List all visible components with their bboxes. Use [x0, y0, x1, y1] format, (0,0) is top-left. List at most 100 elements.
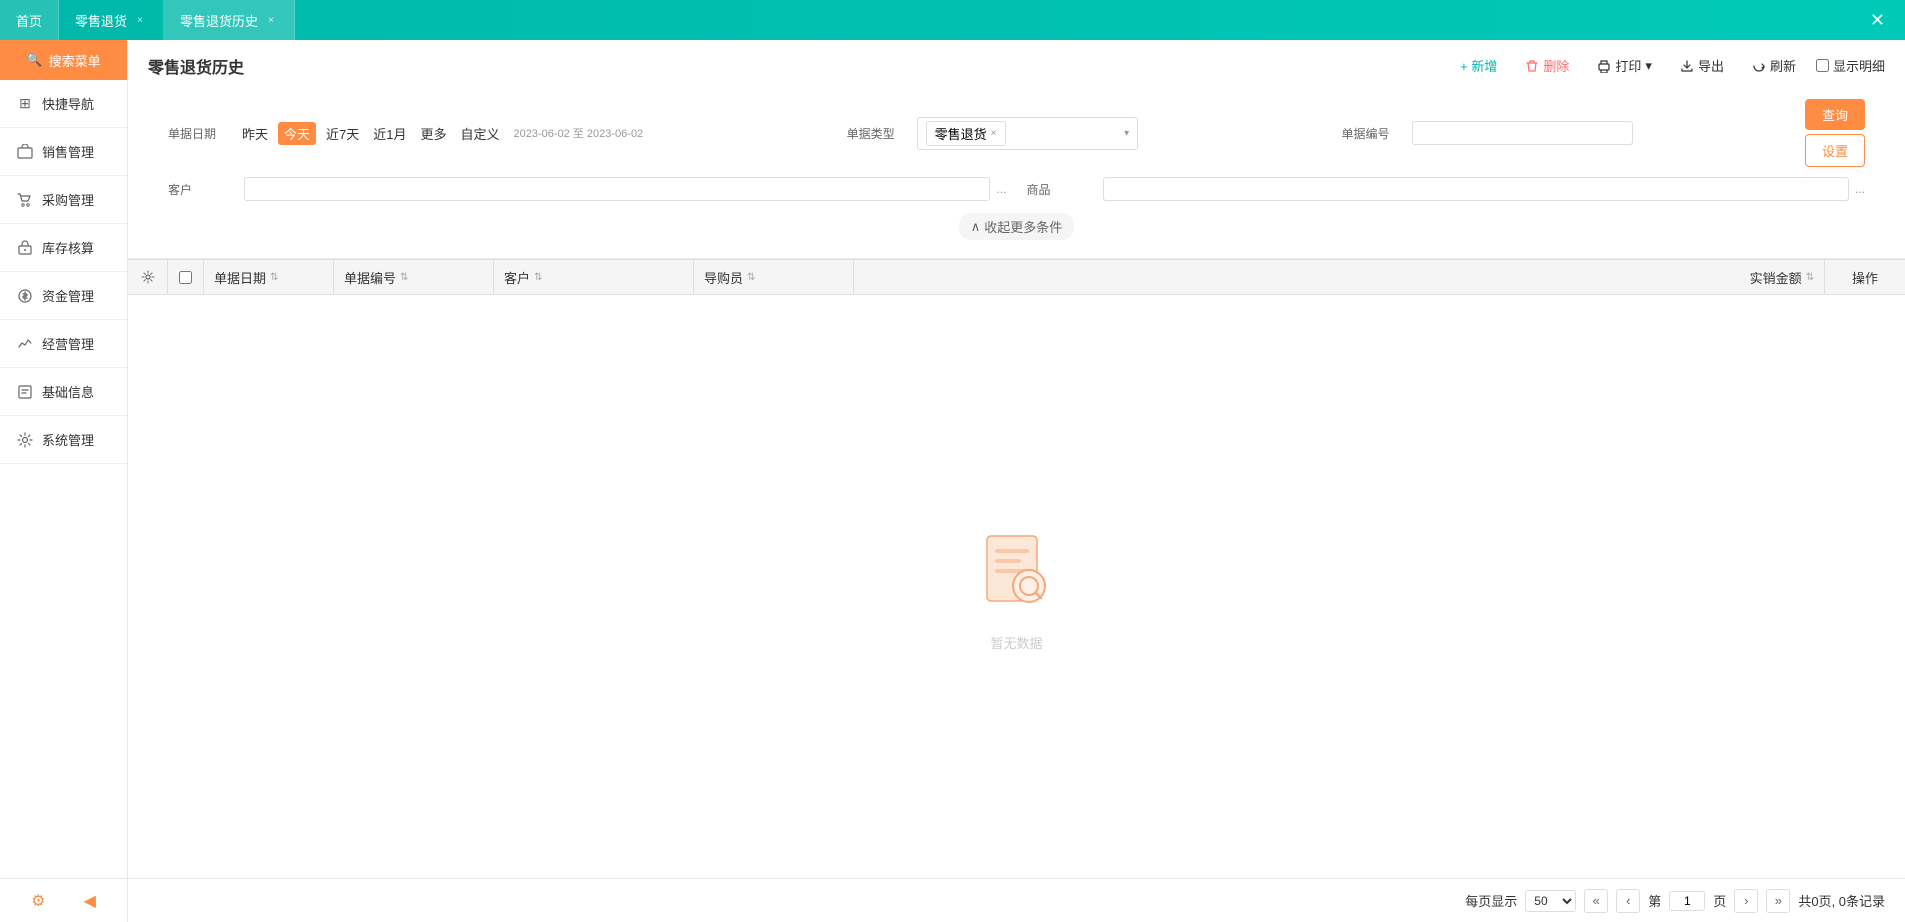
tab-retail-return[interactable]: 零售退货 × — [59, 0, 164, 40]
sidebar-item-operations[interactable]: 经营管理 — [0, 320, 127, 368]
empty-illustration — [967, 521, 1067, 621]
page-number-input[interactable] — [1669, 891, 1705, 911]
next-page-button[interactable]: › — [1734, 889, 1758, 913]
sidebar-item-basic-info-label: 基础信息 — [42, 382, 94, 401]
date-1month[interactable]: 近1月 — [369, 122, 410, 145]
date-more[interactable]: 更多 — [417, 122, 451, 145]
show-detail-checkbox[interactable] — [1816, 59, 1829, 72]
print-label: 打印 — [1615, 56, 1641, 75]
th-customer[interactable]: 客户 ⇅ — [494, 260, 694, 294]
add-button[interactable]: + 新增 — [1452, 52, 1505, 79]
th-date-label: 单据日期 — [214, 268, 266, 287]
delete-label: 删除 — [1543, 56, 1569, 75]
empty-text: 暂无数据 — [990, 633, 1042, 652]
filter-row-1: 单据日期 昨天 今天 近7天 近1月 更多 自定义 2023-06-02 至 2… — [168, 99, 1865, 167]
purchase-icon — [16, 191, 34, 209]
goods-input[interactable] — [1103, 177, 1849, 201]
per-page-label: 每页显示 — [1465, 891, 1517, 910]
sidebar-item-operations-label: 经营管理 — [42, 334, 94, 353]
doc-type-select[interactable]: 零售退货 × ▾ — [917, 117, 1138, 150]
page-title-row: 零售退货历史 + 新增 删除 打印 ▾ 导出 — [148, 52, 1885, 89]
sidebar-item-basic-info[interactable]: 基础信息 — [0, 368, 127, 416]
th-action-label: 操作 — [1852, 268, 1878, 287]
filter-col-customer: 客户 ... — [168, 177, 1007, 201]
tab-retail-return-history-close[interactable]: × — [264, 13, 278, 27]
filter-row-2: 客户 ... 商品 ... — [168, 177, 1865, 201]
doc-type-filter-label: 单据类型 — [847, 125, 917, 142]
sidebar-item-inventory[interactable]: 库存核算 — [0, 224, 127, 272]
doc-type-tag-close[interactable]: × — [991, 128, 997, 139]
filter-col-goods: 商品 ... — [1027, 177, 1866, 201]
collapse-filter-button[interactable]: ∧ 收起更多条件 — [959, 213, 1075, 240]
delete-icon — [1525, 59, 1539, 73]
export-label: 导出 — [1698, 56, 1724, 75]
goods-filter-label: 商品 — [1027, 181, 1097, 198]
tab-home[interactable]: 首页 — [0, 0, 59, 40]
print-button[interactable]: 打印 ▾ — [1589, 52, 1660, 79]
th-date-sort: ⇅ — [270, 272, 278, 283]
table-settings-button[interactable] — [128, 260, 168, 294]
window-close-button[interactable]: ✕ — [1866, 10, 1889, 31]
page-header: 零售退货历史 + 新增 删除 打印 ▾ 导出 — [128, 40, 1905, 259]
doc-no-input[interactable] — [1412, 121, 1633, 145]
sidebar-bottom: ⚙ ◀ — [0, 878, 127, 922]
date-yesterday[interactable]: 昨天 — [238, 122, 272, 145]
tab-retail-return-close[interactable]: × — [133, 13, 147, 27]
delete-button[interactable]: 删除 — [1517, 52, 1577, 79]
page-label: 第 — [1648, 891, 1661, 910]
date-options: 昨天 今天 近7天 近1月 更多 自定义 2023-06-02 至 2023-0… — [238, 122, 643, 145]
th-action: 操作 — [1825, 260, 1905, 294]
th-guide[interactable]: 导购员 ⇅ — [694, 260, 854, 294]
top-bar: 首页 零售退货 × 零售退货历史 × ✕ — [0, 0, 1905, 40]
th-guide-sort: ⇅ — [747, 272, 755, 283]
tab-list: 首页 零售退货 × 零售退货历史 × — [0, 0, 1850, 40]
sidebar-item-finance[interactable]: 资金管理 — [0, 272, 127, 320]
th-order-label: 单据编号 — [344, 268, 396, 287]
date-filter-label: 单据日期 — [168, 125, 238, 142]
search-icon: 🔍 — [26, 52, 42, 68]
refresh-button[interactable]: 刷新 — [1744, 52, 1804, 79]
show-detail-checkbox-label[interactable]: 显示明细 — [1816, 56, 1885, 75]
date-7days[interactable]: 近7天 — [322, 122, 363, 145]
sidebar-settings-icon[interactable]: ⚙ — [31, 891, 45, 911]
th-date[interactable]: 单据日期 ⇅ — [204, 260, 334, 294]
table-settings-icon — [141, 270, 155, 284]
th-amount[interactable]: 实销金额 ⇅ — [854, 260, 1825, 294]
tab-retail-return-history[interactable]: 零售退货历史 × — [164, 0, 295, 40]
date-custom[interactable]: 自定义 — [457, 122, 504, 145]
sidebar-item-sales[interactable]: 销售管理 — [0, 128, 127, 176]
sidebar-item-quick-nav-label: 快捷导航 — [42, 94, 94, 113]
doc-type-tag-value: 零售退货 — [935, 124, 987, 143]
sidebar-item-system-label: 系统管理 — [42, 430, 94, 449]
th-order[interactable]: 单据编号 ⇅ — [334, 260, 494, 294]
th-customer-sort: ⇅ — [534, 272, 542, 283]
customer-input[interactable] — [244, 177, 990, 201]
export-button[interactable]: 导出 — [1672, 52, 1732, 79]
settings-button[interactable]: 设置 — [1805, 134, 1865, 167]
first-page-icon: « — [1593, 893, 1600, 908]
last-page-icon: » — [1775, 893, 1782, 908]
prev-page-button[interactable]: ‹ — [1616, 889, 1640, 913]
th-amount-sort: ⇅ — [1806, 272, 1814, 283]
sidebar-item-purchase[interactable]: 采购管理 — [0, 176, 127, 224]
select-all-input[interactable] — [179, 271, 192, 284]
table-select-all-checkbox[interactable] — [168, 260, 204, 294]
th-amount-label: 实销金额 — [1750, 268, 1802, 287]
page-title: 零售退货历史 — [148, 54, 244, 78]
sidebar-item-quick-nav[interactable]: ⊞ 快捷导航 — [0, 80, 127, 128]
per-page-select[interactable]: 10 20 50 100 — [1525, 890, 1576, 912]
date-today[interactable]: 今天 — [278, 122, 316, 145]
query-button[interactable]: 查询 — [1805, 99, 1865, 130]
sidebar-search[interactable]: 🔍 搜索菜单 — [0, 40, 127, 80]
system-icon — [16, 431, 34, 449]
sidebar-collapse-icon[interactable]: ◀ — [84, 891, 96, 911]
sidebar-menu: ⊞ 快捷导航 销售管理 采购管理 库存核算 — [0, 80, 127, 878]
last-page-button[interactable]: » — [1766, 889, 1790, 913]
prev-page-icon: ‹ — [1626, 893, 1630, 908]
empty-state: 暂无数据 — [128, 295, 1905, 878]
export-icon — [1680, 59, 1694, 73]
table-header: 单据日期 ⇅ 单据编号 ⇅ 客户 ⇅ 导购员 ⇅ 实销金额 ⇅ — [128, 259, 1905, 295]
next-page-icon: › — [1744, 893, 1748, 908]
first-page-button[interactable]: « — [1584, 889, 1608, 913]
sidebar-item-system[interactable]: 系统管理 — [0, 416, 127, 464]
